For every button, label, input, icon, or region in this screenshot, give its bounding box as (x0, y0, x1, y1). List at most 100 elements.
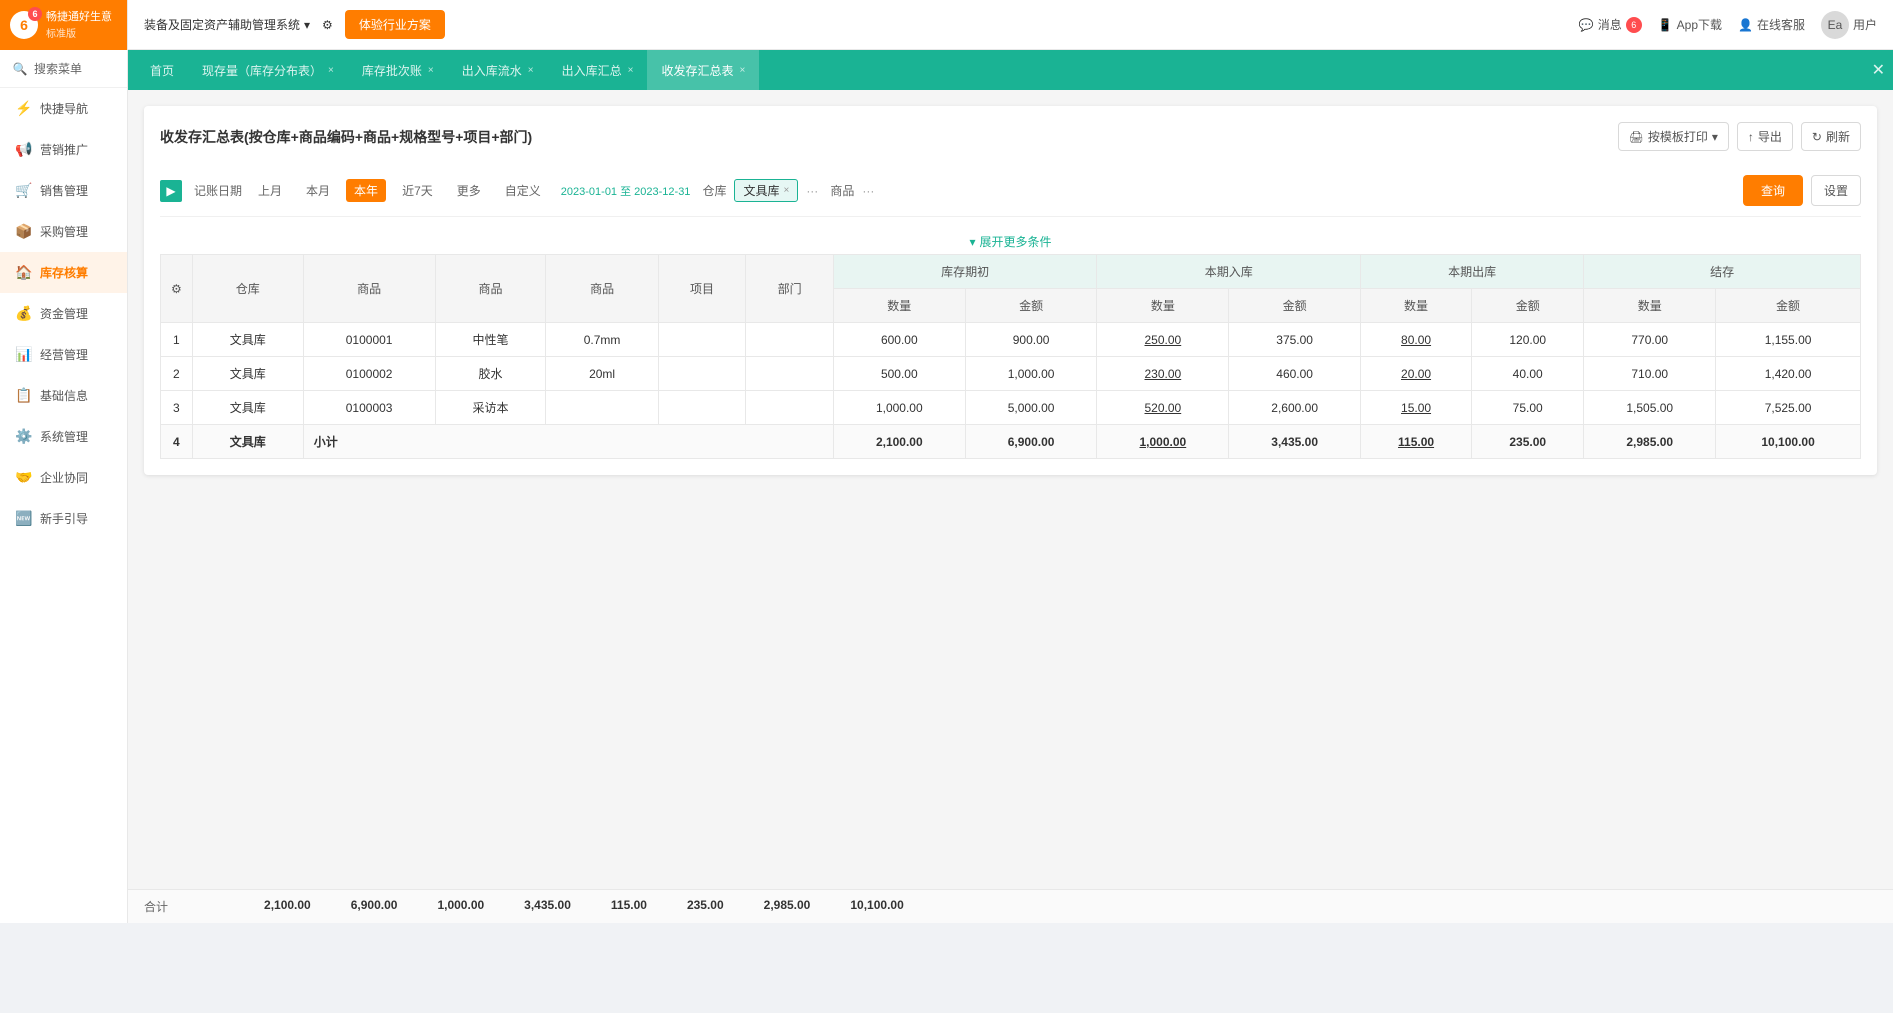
app-download-item[interactable]: 📱 App下载 (1658, 16, 1722, 33)
filter-expand-arrow[interactable]: ▶ (160, 180, 182, 202)
tab-inout-summary[interactable]: 出入库汇总 × (548, 50, 648, 90)
subtotal-out-qty[interactable]: 115.00 (1361, 425, 1472, 459)
sidebar-item-finance[interactable]: 💰 资金管理 (0, 293, 127, 334)
cell-open-qty: 500.00 (833, 357, 965, 391)
subtotal-in-qty[interactable]: 1,000.00 (1097, 425, 1229, 459)
gear-icon[interactable]: ⚙ (322, 18, 333, 32)
sidebar-item-quicknav[interactable]: ⚡ 快捷导航 (0, 88, 127, 129)
query-button[interactable]: 查询 (1743, 175, 1803, 206)
export-button[interactable]: ↑ 导出 (1737, 122, 1793, 151)
message-label: 消息 (1598, 16, 1622, 33)
cell-department (746, 323, 834, 357)
col-closing-header: 结存 (1584, 255, 1861, 289)
cell-seq: 3 (161, 391, 193, 425)
date-btn-this-month[interactable]: 本月 (298, 179, 338, 202)
date-btn-custom[interactable]: 自定义 (497, 179, 549, 202)
col-open-amt-header: 金额 (965, 289, 1097, 323)
tabbar: 首页 现存量（库存分布表） × 库存批次账 × 出入库流水 × 出入库汇总 × … (128, 50, 1893, 90)
footer-out-amt: 235.00 (687, 898, 724, 912)
warehouse-tag[interactable]: 文具库 × (734, 179, 798, 202)
col-open-qty-header: 数量 (833, 289, 965, 323)
cell-out-qty[interactable]: 20.00 (1361, 357, 1472, 391)
sidebar-item-label: 企业协同 (40, 469, 88, 486)
date-btn-last-month[interactable]: 上月 (250, 179, 290, 202)
cell-in-qty[interactable]: 520.00 (1097, 391, 1229, 425)
sidebar-item-inventory[interactable]: 🏠 库存核算 (0, 252, 127, 293)
sidebar-item-sales[interactable]: 🛒 销售管理 (0, 170, 127, 211)
cell-in-qty[interactable]: 230.00 (1097, 357, 1229, 391)
footer-in-amt: 3,435.00 (524, 898, 571, 912)
online-service-label: 在线客服 (1757, 16, 1805, 33)
date-filter-section: 记账日期 上月 本月 本年 近7天 更多 自定义 2023-01-01 至 20… (194, 179, 690, 202)
tab-batch-account[interactable]: 库存批次账 × (348, 50, 448, 90)
refresh-button[interactable]: ↻ 刷新 (1801, 122, 1861, 151)
cell-goods-spec: 20ml (546, 357, 658, 391)
col-goodsspec-header: 商品 (546, 255, 658, 323)
subtotal-open-qty: 2,100.00 (833, 425, 965, 459)
cell-open-qty: 1,000.00 (833, 391, 965, 425)
expand-more-btn[interactable]: ▾ 展开更多条件 (160, 229, 1861, 254)
sidebar-item-guide[interactable]: 🆕 新手引导 (0, 498, 127, 539)
online-service-item[interactable]: 👤 在线客服 (1738, 16, 1805, 33)
warehouse-filter-label: 仓库 (702, 182, 726, 199)
footer-bar: 合计 2,100.00 6,900.00 1,000.00 3,435.00 1… (128, 889, 1893, 923)
warehouse-tag-close[interactable]: × (783, 185, 789, 196)
tab-close-icon[interactable]: × (628, 65, 634, 76)
cell-out-qty[interactable]: 80.00 (1361, 323, 1472, 357)
trial-button[interactable]: 体验行业方案 (345, 10, 445, 39)
tab-close-icon[interactable]: × (528, 65, 534, 76)
cell-out-qty[interactable]: 15.00 (1361, 391, 1472, 425)
tab-close-icon[interactable]: × (739, 65, 745, 76)
print-button[interactable]: 🖨 按模板打印 ▾ (1618, 122, 1729, 151)
col-department-header: 部门 (746, 255, 834, 323)
sidebar-item-label: 基础信息 (40, 387, 88, 404)
sidebar-item-system[interactable]: ⚙️ 系统管理 (0, 416, 127, 457)
sidebar-item-marketing[interactable]: 📢 营销推广 (0, 129, 127, 170)
table-settings-header: ⚙ (161, 255, 193, 323)
date-btn-more[interactable]: 更多 (449, 179, 489, 202)
message-item[interactable]: 💬 消息 6 (1579, 16, 1642, 33)
enterprise-icon: 🤝 (16, 470, 32, 486)
date-btn-7days[interactable]: 近7天 (394, 179, 441, 202)
sidebar-item-purchase[interactable]: 📦 采购管理 (0, 211, 127, 252)
guide-icon: 🆕 (16, 511, 32, 527)
warehouse-more-btn[interactable]: ··· (806, 184, 818, 198)
page-actions: 🖨 按模板打印 ▾ ↑ 导出 ↻ 刷新 (1618, 122, 1861, 151)
search-menu-item[interactable]: 🔍 搜索菜单 (0, 50, 127, 88)
search-icon: 🔍 (12, 61, 28, 77)
cell-in-qty[interactable]: 250.00 (1097, 323, 1229, 357)
col-out-qty-header: 数量 (1361, 289, 1472, 323)
tab-close-icon[interactable]: × (428, 65, 434, 76)
tab-inventory-dist[interactable]: 现存量（库存分布表） × (188, 50, 348, 90)
sidebar-item-label: 库存核算 (40, 264, 88, 281)
filter-right-actions: 查询 设置 (1743, 175, 1861, 206)
setting-button[interactable]: 设置 (1811, 175, 1861, 206)
cell-close-qty: 710.00 (1584, 357, 1716, 391)
cell-goods-spec (546, 391, 658, 425)
goods-more-btn[interactable]: ··· (862, 184, 874, 198)
col-close-qty-header: 数量 (1584, 289, 1716, 323)
footer-open-amt: 6,900.00 (351, 898, 398, 912)
user-item[interactable]: Ea 用户 (1821, 11, 1877, 39)
subtotal-in-amt: 3,435.00 (1229, 425, 1361, 459)
system-dropdown[interactable]: 装备及固定资产辅助管理系统 ▾ (144, 16, 310, 33)
close-all-icon[interactable]: ✕ (1872, 60, 1885, 80)
tab-receipt-summary[interactable]: 收发存汇总表 × (647, 50, 759, 90)
sidebar-item-enterprise[interactable]: 🤝 企业协同 (0, 457, 127, 498)
cell-in-amt: 460.00 (1229, 357, 1361, 391)
print-icon: 🖨 (1629, 130, 1644, 144)
date-btn-this-year[interactable]: 本年 (346, 179, 386, 202)
topbar: 装备及固定资产辅助管理系统 ▾ ⚙ 体验行业方案 💬 消息 6 📱 App下载 … (128, 0, 1893, 50)
chevron-down-icon: ▾ (969, 235, 975, 249)
tab-close-icon[interactable]: × (328, 65, 334, 76)
export-icon: ↑ (1748, 130, 1754, 144)
app-title: 畅捷通好生意 (46, 10, 112, 24)
tab-home[interactable]: 首页 (136, 50, 188, 90)
cell-goods-name: 中性笔 (435, 323, 546, 357)
sidebar-item-operations[interactable]: 📊 经营管理 (0, 334, 127, 375)
sidebar-item-basic[interactable]: 📋 基础信息 (0, 375, 127, 416)
app-subtitle: 标准版 (46, 25, 112, 40)
tab-inout-flow[interactable]: 出入库流水 × (448, 50, 548, 90)
col-goodsname-header: 商品 (435, 255, 546, 323)
chevron-down-icon: ▾ (1712, 130, 1718, 144)
